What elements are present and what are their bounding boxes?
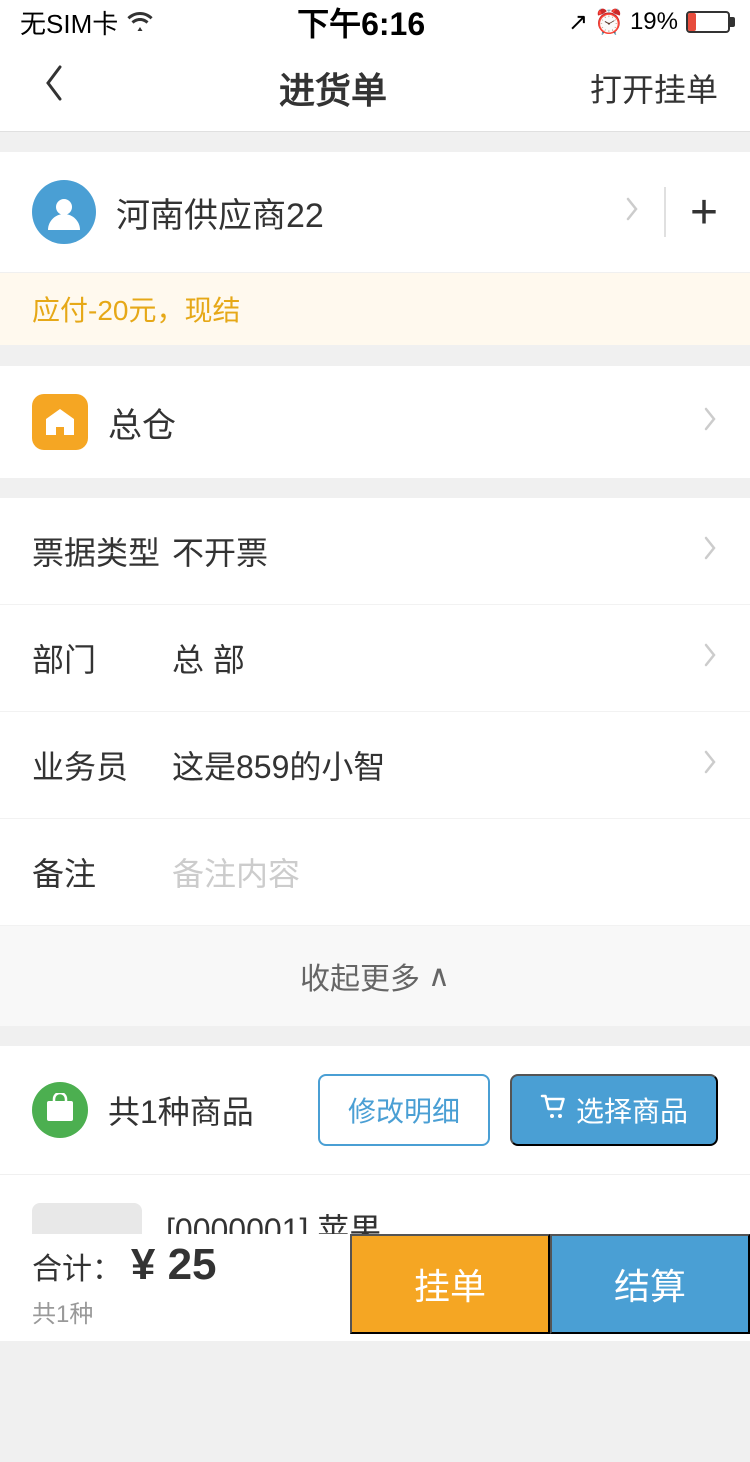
- invoice-chevron-icon: [702, 533, 718, 570]
- products-icon: [32, 1082, 88, 1138]
- checkout-button[interactable]: 结算: [550, 1234, 750, 1334]
- invoice-row[interactable]: 票据类型 不开票: [0, 498, 750, 605]
- department-row[interactable]: 部门 总 部: [0, 605, 750, 712]
- section-gap-1: [0, 132, 750, 152]
- department-label: 部门: [32, 635, 172, 681]
- form-section: 票据类型 不开票 部门 总 部 业务员 这是859的小智 备注 备注内容: [0, 498, 750, 926]
- select-products-button[interactable]: 选择商品: [510, 1074, 718, 1146]
- supplier-row[interactable]: 河南供应商22 +: [0, 152, 750, 273]
- supplier-avatar: [32, 180, 96, 244]
- edit-details-button[interactable]: 修改明细: [318, 1074, 490, 1146]
- total-section: 合计： ¥ 25 共1种: [0, 1240, 350, 1329]
- bottom-spacer: [0, 1342, 750, 1462]
- total-amount: ¥ 25: [131, 1240, 217, 1289]
- section-gap-2: [0, 346, 750, 366]
- department-value: 总 部: [172, 635, 702, 681]
- status-bar: 无SIM卡 下午6:16 ↗ ⏰ 19%: [0, 0, 750, 44]
- warehouse-name: 总仓: [108, 398, 702, 447]
- add-supplier-button[interactable]: +: [690, 185, 718, 240]
- supplier-name: 河南供应商22: [116, 188, 624, 237]
- carrier-text: 无SIM卡: [20, 4, 118, 41]
- products-header: 共1种商品 修改明细 选择商品: [0, 1046, 750, 1175]
- status-right: ↗ ⏰ 19%: [568, 8, 730, 37]
- status-time: 下午6:16: [297, 0, 425, 45]
- total-count: 共1种: [32, 1294, 318, 1329]
- collapse-up-icon: ∧: [428, 959, 450, 994]
- total-line: 合计： ¥ 25: [32, 1240, 318, 1290]
- total-label: 合计：: [32, 1253, 122, 1286]
- salesperson-row[interactable]: 业务员 这是859的小智: [0, 712, 750, 819]
- bottom-bar: 合计： ¥ 25 共1种 挂单 结算: [0, 1234, 750, 1334]
- supplier-section: 河南供应商22 + 应付-20元，现结: [0, 152, 750, 346]
- products-count-label: 共1种商品: [108, 1087, 298, 1133]
- salesperson-label: 业务员: [32, 742, 172, 788]
- warehouse-section: 总仓: [0, 366, 750, 478]
- battery-percent: 19%: [630, 8, 678, 36]
- select-products-label: 选择商品: [576, 1090, 688, 1130]
- nav-bar: 进货单 打开挂单: [0, 44, 750, 132]
- warehouse-chevron-icon: [702, 404, 718, 441]
- page-title: 进货单: [279, 62, 387, 114]
- status-carrier: 无SIM卡: [20, 4, 154, 41]
- warehouse-row[interactable]: 总仓: [0, 366, 750, 478]
- notice-text: 应付-20元，现结: [32, 295, 240, 326]
- section-gap-3: [0, 478, 750, 498]
- remark-row[interactable]: 备注 备注内容: [0, 819, 750, 926]
- pending-button[interactable]: 挂单: [350, 1234, 550, 1334]
- invoice-value: 不开票: [172, 528, 702, 574]
- location-icon: ↗: [568, 8, 588, 37]
- warehouse-icon: [32, 394, 88, 450]
- remark-input[interactable]: 备注内容: [172, 849, 718, 895]
- wifi-icon: [126, 7, 154, 38]
- alarm-icon: ⏰: [594, 8, 624, 37]
- collapse-more-label: 收起更多: [300, 954, 420, 998]
- notice-bar: 应付-20元，现结: [0, 273, 750, 346]
- section-gap-4: [0, 1026, 750, 1046]
- salesperson-chevron-icon: [702, 747, 718, 784]
- collapse-more-button[interactable]: 收起更多 ∧: [0, 926, 750, 1026]
- battery-icon: [686, 11, 730, 33]
- department-chevron-icon: [702, 640, 718, 677]
- divider: [664, 187, 666, 237]
- back-button[interactable]: [32, 53, 76, 122]
- supplier-chevron-icon: [624, 194, 640, 231]
- cart-icon: [540, 1094, 568, 1127]
- remark-label: 备注: [32, 849, 172, 895]
- open-pending-button[interactable]: 打开挂单: [590, 65, 718, 111]
- invoice-label: 票据类型: [32, 528, 172, 574]
- salesperson-value: 这是859的小智: [172, 742, 702, 788]
